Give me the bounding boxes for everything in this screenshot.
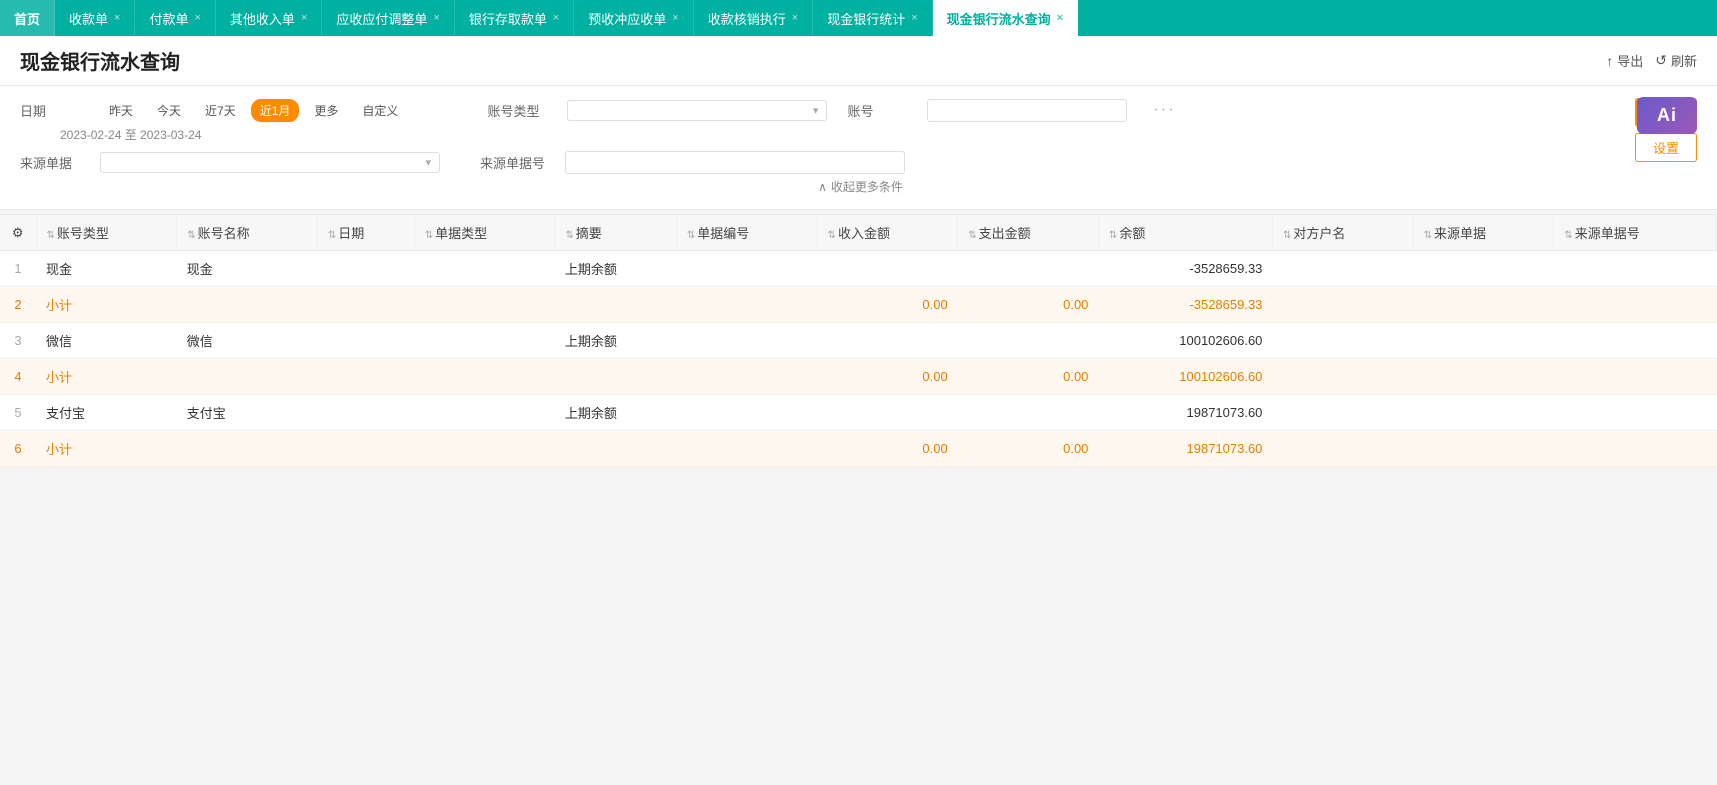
table-row: 3微信微信上期余额100102606.60 <box>0 323 1717 359</box>
refresh-icon: ↺ <box>1655 52 1667 69</box>
close-icon[interactable]: × <box>792 12 798 24</box>
table-header-row: ⚙ ⇅账号类型 ⇅账号名称 ⇅日期 ⇅单据类型 ⇅摘要 ⇅单据编号 ⇅收入金额 … <box>0 215 1717 251</box>
date-btn-1month[interactable]: 近1月 <box>251 99 300 122</box>
nav-tab-4[interactable]: 银行存取款单 × <box>455 0 574 36</box>
filter-area: 日期 昨天 今天 近7天 近1月 更多 自定义 账号类型 ▾ 账号 ··· <box>0 86 1717 210</box>
close-icon[interactable]: × <box>553 12 559 24</box>
col-doc-no[interactable]: ⇅单据编号 <box>676 215 817 251</box>
table-row: 6小计0.000.0019871073.60 <box>0 431 1717 467</box>
account-type-select[interactable]: ▾ <box>567 100 827 121</box>
col-account-name[interactable]: ⇅账号名称 <box>177 215 318 251</box>
nav-tab-5[interactable]: 预收冲应收单 × <box>574 0 693 36</box>
page-header: 现金银行流水查询 ↑ 导出 ↺ 刷新 <box>0 36 1717 86</box>
table-row: 4小计0.000.00100102606.60 <box>0 359 1717 395</box>
ai-badge[interactable]: Ai <box>1637 97 1697 134</box>
close-icon[interactable]: × <box>433 12 439 24</box>
source-doc-no-input[interactable] <box>565 151 905 174</box>
data-table: ⚙ ⇅账号类型 ⇅账号名称 ⇅日期 ⇅单据类型 ⇅摘要 ⇅单据编号 ⇅收入金额 … <box>0 214 1717 467</box>
nav-home[interactable]: 首页 <box>0 0 55 36</box>
table-row: 5支付宝支付宝上期余额19871073.60 <box>0 395 1717 431</box>
settings-button[interactable]: 设置 <box>1635 133 1697 162</box>
more-options-icon[interactable]: ··· <box>1147 98 1181 122</box>
date-btn-7days[interactable]: 近7天 <box>196 99 245 122</box>
header-actions: ↑ 导出 ↺ 刷新 <box>1606 51 1697 70</box>
col-expense[interactable]: ⇅支出金额 <box>958 215 1099 251</box>
close-icon[interactable]: × <box>672 12 678 24</box>
date-label: 日期 <box>20 101 80 120</box>
close-icon[interactable]: × <box>114 12 120 24</box>
export-icon: ↑ <box>1606 53 1613 69</box>
col-income[interactable]: ⇅收入金额 <box>817 215 958 251</box>
table-area: ⚙ ⇅账号类型 ⇅账号名称 ⇅日期 ⇅单据类型 ⇅摘要 ⇅单据编号 ⇅收入金额 … <box>0 214 1717 467</box>
date-range-display: 2023-02-24 至 2023-03-24 <box>60 126 201 143</box>
close-icon[interactable]: × <box>911 12 917 24</box>
gear-column-header[interactable]: ⚙ <box>0 215 36 251</box>
nav-tab-7[interactable]: 现金银行统计 × <box>813 0 932 36</box>
nav-tab-2[interactable]: 其他收入单 × <box>216 0 322 36</box>
close-icon[interactable]: × <box>194 12 200 24</box>
source-doc-select[interactable]: ▾ <box>100 152 440 173</box>
export-button[interactable]: ↑ 导出 <box>1606 51 1643 70</box>
col-source-doc[interactable]: ⇅来源单据 <box>1413 215 1554 251</box>
collapse-icon: ∧ <box>818 180 827 194</box>
chevron-down-icon: ▾ <box>425 156 431 169</box>
date-btn-yesterday[interactable]: 昨天 <box>100 99 142 122</box>
source-doc-no-label: 来源单据号 <box>480 153 545 172</box>
source-doc-label: 来源单据 <box>20 153 80 172</box>
account-type-label: 账号类型 <box>487 101 547 120</box>
close-icon[interactable]: × <box>1057 12 1063 24</box>
account-label: 账号 <box>847 101 907 120</box>
col-balance[interactable]: ⇅余额 <box>1098 215 1272 251</box>
col-summary[interactable]: ⇅摘要 <box>555 215 676 251</box>
date-options: 昨天 今天 近7天 近1月 更多 自定义 <box>100 99 407 122</box>
chevron-down-icon: ▾ <box>813 104 819 117</box>
nav-tab-6[interactable]: 收款核销执行 × <box>694 0 813 36</box>
table-row: 1现金现金上期余额-3528659.33 <box>0 251 1717 287</box>
date-btn-today[interactable]: 今天 <box>148 99 190 122</box>
collapse-bar[interactable]: ∧ 收起更多条件 <box>20 174 1697 197</box>
top-nav: 首页 收款单 × 付款单 × 其他收入单 × 应收应付调整单 × 银行存取款单 … <box>0 0 1717 36</box>
account-input[interactable] <box>927 99 1127 122</box>
refresh-button[interactable]: ↺ 刷新 <box>1655 51 1697 70</box>
col-doc-type[interactable]: ⇅单据类型 <box>414 215 555 251</box>
table-body: 1现金现金上期余额-3528659.332小计0.000.00-3528659.… <box>0 251 1717 467</box>
nav-tab-1[interactable]: 付款单 × <box>135 0 215 36</box>
date-btn-more[interactable]: 更多 <box>305 99 347 122</box>
col-date[interactable]: ⇅日期 <box>317 215 414 251</box>
nav-tab-3[interactable]: 应收应付调整单 × <box>322 0 454 36</box>
col-source-doc-no[interactable]: ⇅来源单据号 <box>1554 215 1717 251</box>
date-btn-custom[interactable]: 自定义 <box>353 99 407 122</box>
nav-tab-8[interactable]: 现金银行流水查询 × <box>933 0 1078 36</box>
close-icon[interactable]: × <box>301 12 307 24</box>
page-title: 现金银行流水查询 <box>20 46 180 75</box>
nav-tab-0[interactable]: 收款单 × <box>55 0 135 36</box>
col-counterpart[interactable]: ⇅对方户名 <box>1272 215 1413 251</box>
table-row: 2小计0.000.00-3528659.33 <box>0 287 1717 323</box>
col-account-type[interactable]: ⇅账号类型 <box>36 215 177 251</box>
